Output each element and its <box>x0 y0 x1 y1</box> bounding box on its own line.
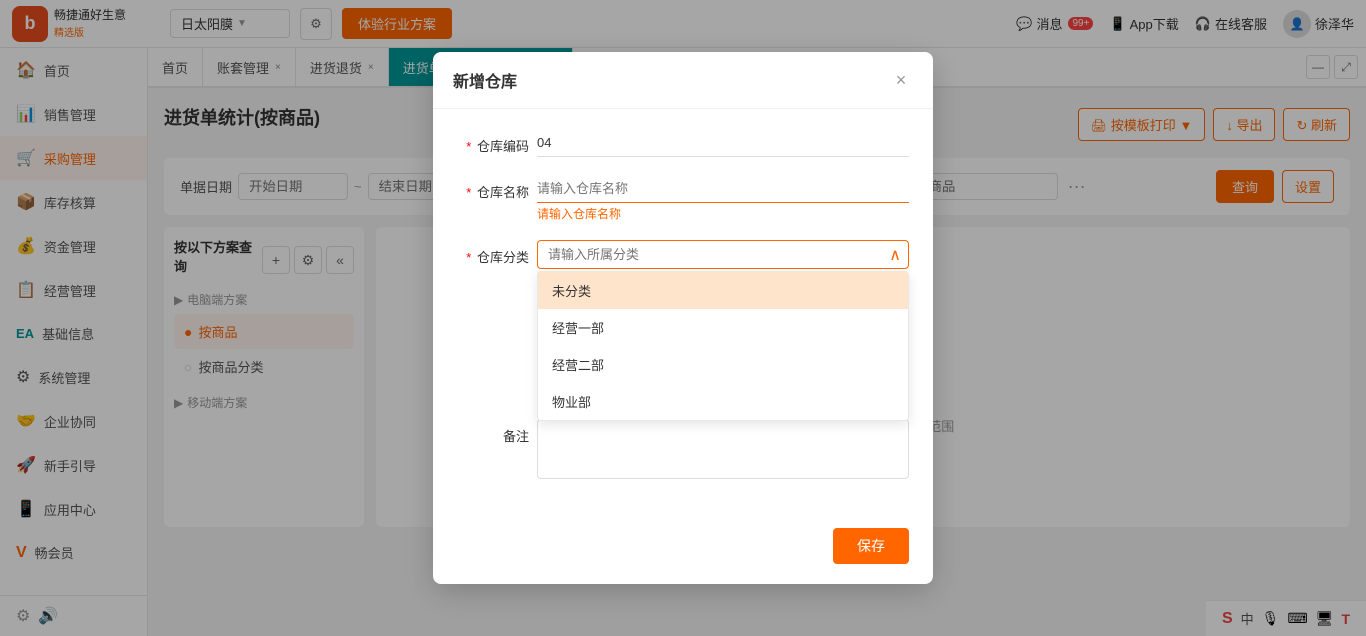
modal-backdrop: 新增仓库 × * 仓库编码 * 仓库名称 <box>0 0 1366 636</box>
warehouse-category-input[interactable] <box>537 240 909 269</box>
warehouse-remark-textarea[interactable] <box>537 419 909 479</box>
new-warehouse-modal: 新增仓库 × * 仓库编码 * 仓库名称 <box>433 52 933 584</box>
warehouse-name-error: 请输入仓库名称 <box>537 205 909 222</box>
required-star-cat: * <box>466 250 471 265</box>
warehouse-name-input[interactable] <box>537 175 909 203</box>
warehouse-category-select-wrap: ∧ 未分类 经营一部 经营二部 物业部 <box>537 240 909 269</box>
category-dropdown: 未分类 经营一部 经营二部 物业部 <box>537 271 909 421</box>
dropdown-item-dept2[interactable]: 经营二部 <box>538 346 908 383</box>
warehouse-remark-row: 备注 <box>457 419 909 482</box>
warehouse-code-label: * 仓库编码 <box>457 129 537 155</box>
dropdown-item-dept1[interactable]: 经营一部 <box>538 309 908 346</box>
warehouse-code-row: * 仓库编码 <box>457 129 909 157</box>
warehouse-name-label: * 仓库名称 <box>457 175 537 201</box>
dropdown-item-dept3[interactable]: 物业部 <box>538 383 908 420</box>
warehouse-remark-input-wrap <box>537 419 909 482</box>
warehouse-code-input[interactable] <box>537 129 909 157</box>
modal-save-button[interactable]: 保存 <box>833 528 909 564</box>
modal-header: 新增仓库 × <box>433 52 933 109</box>
modal-close-button[interactable]: × <box>889 68 913 92</box>
dropdown-item-uncategorized[interactable]: 未分类 <box>538 272 908 309</box>
modal-body: * 仓库编码 * 仓库名称 请输入仓库名称 <box>433 109 933 516</box>
warehouse-name-input-wrap: 请输入仓库名称 <box>537 175 909 222</box>
warehouse-remark-label: 备注 <box>457 419 537 445</box>
required-star-name: * <box>466 185 471 200</box>
modal-footer: 保存 <box>433 516 933 584</box>
warehouse-category-label: * 仓库分类 <box>457 240 537 266</box>
modal-title: 新增仓库 <box>453 68 517 92</box>
required-star: * <box>466 139 471 154</box>
warehouse-code-input-wrap <box>537 129 909 157</box>
warehouse-name-row: * 仓库名称 请输入仓库名称 <box>457 175 909 222</box>
warehouse-category-row: * 仓库分类 ∧ 未分类 经营一部 经营二部 物业部 <box>457 240 909 269</box>
